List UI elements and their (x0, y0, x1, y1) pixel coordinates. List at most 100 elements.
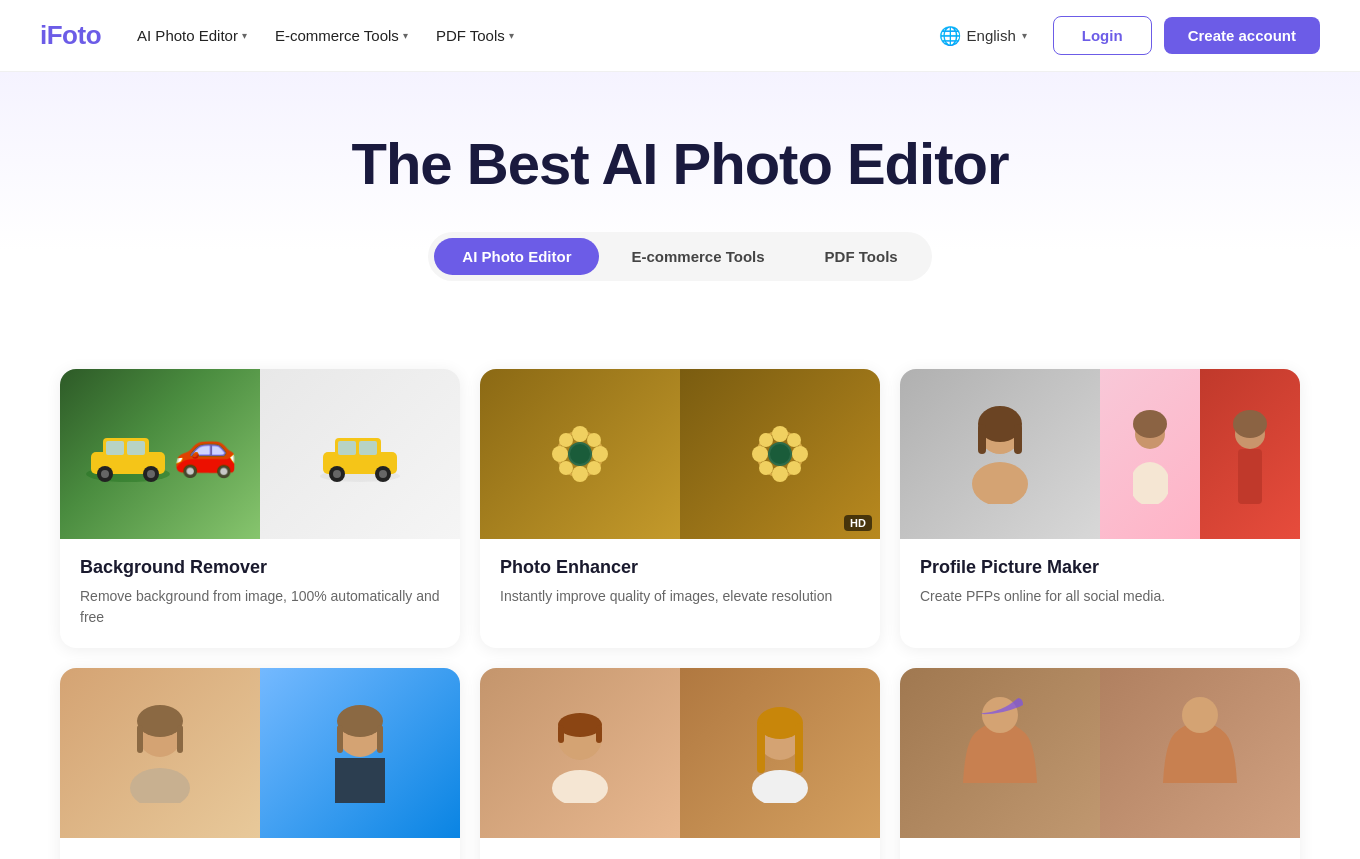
chevron-down-icon: ▾ (1022, 30, 1027, 41)
tab-ecommerce-tools[interactable]: E-commerce Tools (603, 238, 792, 275)
card-image-left (480, 668, 680, 838)
card-background-remover[interactable]: Background Remover Remove background fro… (60, 369, 460, 648)
card-image-right (260, 668, 460, 838)
svg-point-63 (558, 713, 602, 737)
card-image-profile-picture (900, 369, 1300, 539)
nav-item-ai-photo-editor[interactable]: AI Photo Editor ▾ (137, 27, 247, 44)
card-image-right (260, 369, 460, 539)
svg-point-15 (333, 470, 341, 478)
login-button[interactable]: Login (1053, 16, 1152, 55)
card-image-hairstyle (480, 668, 880, 838)
svg-point-32 (772, 466, 788, 482)
svg-rect-69 (757, 723, 765, 773)
card-body-photo-enhancer: Photo Enhancer Instantly improve quality… (480, 539, 880, 627)
nav-label-pdf-tools: PDF Tools (436, 27, 505, 44)
svg-point-67 (752, 770, 808, 803)
svg-point-72 (1182, 697, 1218, 733)
svg-rect-43 (978, 424, 986, 454)
card-image-passport (60, 668, 460, 838)
navbar: iFoto AI Photo Editor ▾ E-commerce Tools… (0, 0, 1360, 72)
svg-rect-60 (377, 725, 383, 753)
language-selector[interactable]: 🌐 English ▾ (925, 17, 1041, 55)
card-photo-enhancer[interactable]: HD Photo Enhancer Instantly improve qual… (480, 369, 880, 648)
card-image-photo-enhancer: HD (480, 369, 880, 539)
svg-point-58 (337, 705, 383, 737)
nav-item-ecommerce[interactable]: E-commerce Tools ▾ (275, 27, 408, 44)
tab-bar: AI Photo Editor E-commerce Tools PDF Too… (428, 232, 931, 281)
cards-grid: Background Remover Remove background fro… (60, 369, 1300, 859)
card-title: Photo Enhancer (500, 557, 860, 578)
card-image-left (60, 369, 260, 539)
chevron-down-icon: ▾ (509, 30, 514, 41)
card-image-left (900, 369, 1100, 539)
nav-left: iFoto AI Photo Editor ▾ E-commerce Tools… (40, 20, 514, 51)
card-image-left (900, 668, 1100, 838)
hd-badge: HD (844, 515, 872, 531)
svg-point-21 (572, 466, 588, 482)
svg-point-36 (787, 433, 801, 447)
card-ai-hairstyle[interactable]: AI Hairstyle (480, 668, 880, 859)
card-cleanup-pictures[interactable]: Cleanup Pictures (900, 668, 1300, 859)
nav-right: 🌐 English ▾ Login Create account (925, 16, 1320, 55)
card-desc: Instantly improve quality of images, ele… (500, 586, 860, 607)
svg-point-22 (552, 446, 568, 462)
svg-point-62 (552, 770, 608, 803)
svg-point-23 (592, 446, 608, 462)
svg-rect-65 (596, 725, 602, 743)
svg-point-28 (570, 444, 590, 464)
svg-point-24 (559, 433, 573, 447)
svg-point-26 (559, 461, 573, 475)
globe-icon: 🌐 (939, 25, 961, 47)
svg-rect-49 (1238, 449, 1262, 504)
card-image-left (480, 369, 680, 539)
svg-point-38 (787, 461, 801, 475)
svg-point-53 (137, 705, 183, 737)
card-image-right (680, 668, 880, 838)
svg-point-47 (1133, 410, 1167, 438)
logo[interactable]: iFoto (40, 20, 101, 51)
card-body-passport: Passport Photo Maker (60, 838, 460, 859)
chevron-down-icon: ▾ (403, 30, 408, 41)
hero-section: The Best AI Photo Editor AI Photo Editor… (0, 72, 1360, 369)
nav-item-pdf-tools[interactable]: PDF Tools ▾ (436, 27, 514, 44)
svg-point-35 (759, 433, 773, 447)
svg-point-39 (770, 444, 790, 464)
card-body-cleanup: Cleanup Pictures (900, 838, 1300, 859)
card-passport-photo-maker[interactable]: Passport Photo Maker (60, 668, 460, 859)
svg-rect-55 (177, 725, 183, 753)
tab-ai-photo-editor[interactable]: AI Photo Editor (434, 238, 599, 275)
svg-point-25 (587, 433, 601, 447)
svg-point-52 (130, 768, 190, 803)
svg-rect-3 (106, 441, 124, 455)
svg-rect-12 (338, 441, 356, 455)
svg-rect-13 (359, 441, 377, 455)
create-account-button[interactable]: Create account (1164, 17, 1320, 54)
svg-point-46 (1133, 462, 1168, 504)
language-label: English (967, 27, 1016, 44)
card-body-profile-picture: Profile Picture Maker Create PFPs online… (900, 539, 1300, 627)
svg-rect-59 (337, 725, 343, 753)
card-image-left (60, 668, 260, 838)
card-image-right: HD (680, 369, 880, 539)
svg-point-34 (792, 446, 808, 462)
nav-label-ecommerce: E-commerce Tools (275, 27, 399, 44)
card-desc: Remove background from image, 100% autom… (80, 586, 440, 628)
svg-point-27 (587, 461, 601, 475)
card-desc: Create PFPs online for all social media. (920, 586, 1280, 607)
svg-point-20 (572, 426, 588, 442)
card-title: Background Remover (80, 557, 440, 578)
svg-point-37 (759, 461, 773, 475)
svg-rect-54 (137, 725, 143, 753)
svg-rect-44 (1014, 424, 1022, 454)
card-profile-picture-maker[interactable]: Profile Picture Maker Create PFPs online… (900, 369, 1300, 648)
svg-point-17 (379, 470, 387, 478)
card-image-right-container (1100, 369, 1300, 539)
cards-section: Background Remover Remove background fro… (0, 369, 1360, 859)
nav-menu: AI Photo Editor ▾ E-commerce Tools ▾ PDF… (137, 27, 514, 44)
tab-pdf-tools[interactable]: PDF Tools (797, 238, 926, 275)
svg-rect-64 (558, 725, 564, 743)
svg-point-41 (972, 462, 1028, 504)
card-image-cleanup (900, 668, 1300, 838)
card-image-right (1100, 668, 1300, 838)
svg-point-6 (101, 470, 109, 478)
